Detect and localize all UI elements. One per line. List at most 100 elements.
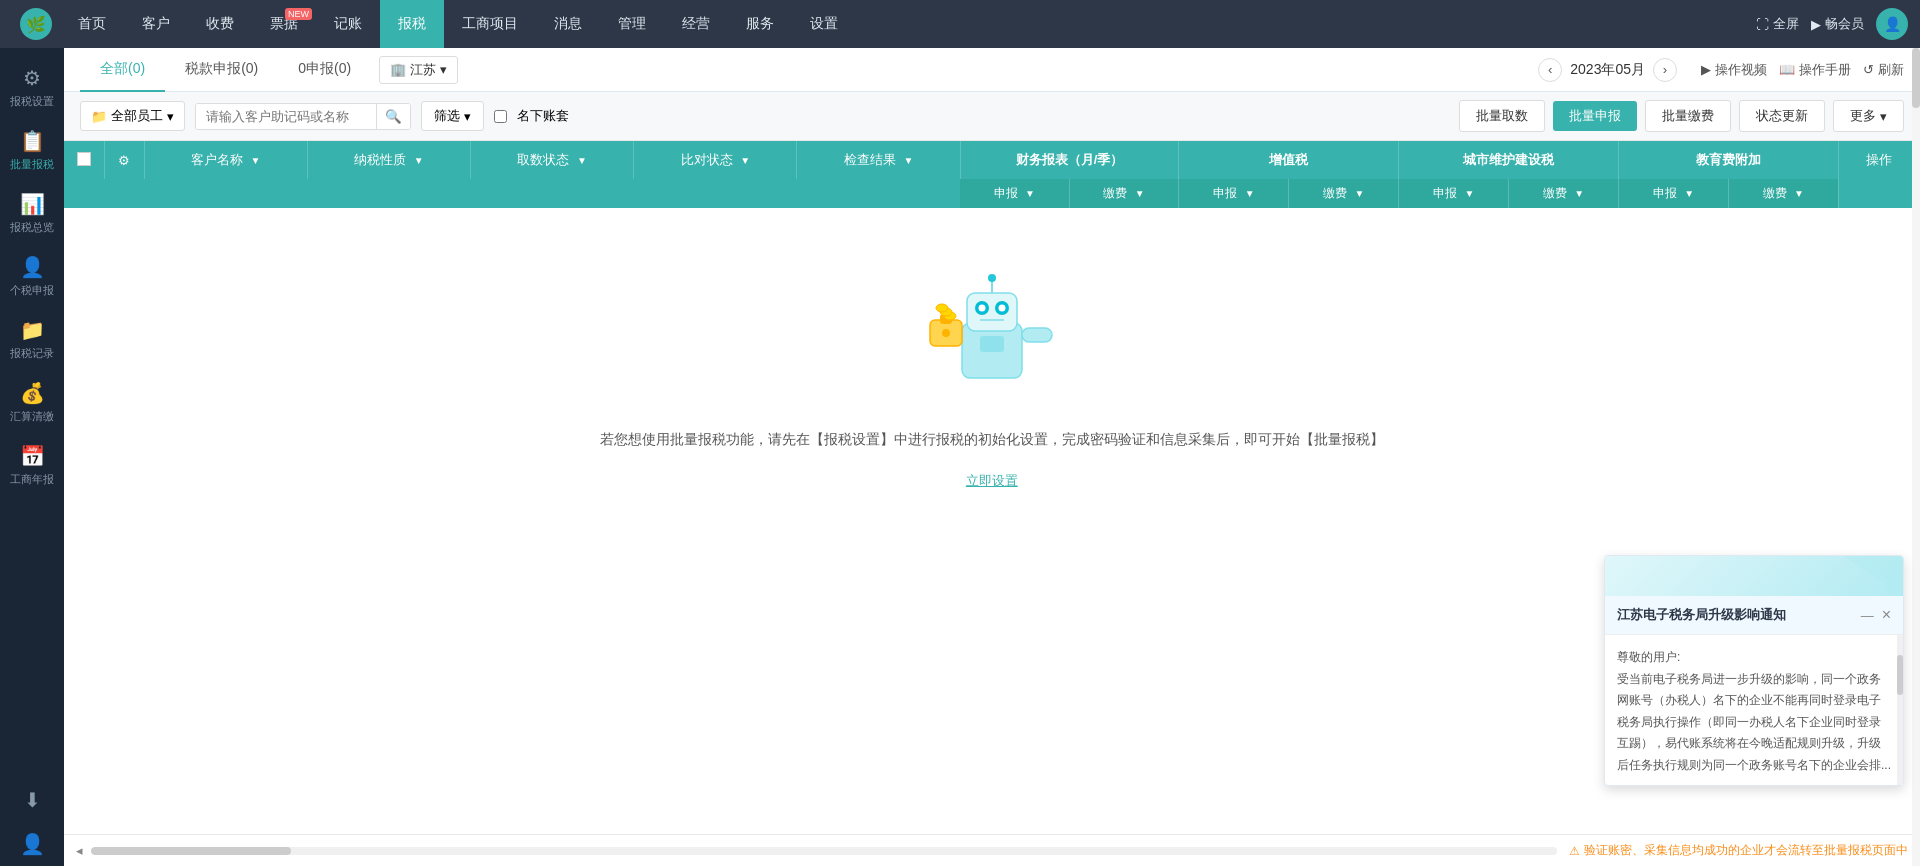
horizontal-scrollbar[interactable]	[91, 847, 1557, 855]
nav-home[interactable]: 首页	[60, 0, 124, 48]
app-logo: 🌿	[12, 0, 60, 48]
tab-all[interactable]: 全部(0)	[80, 48, 165, 92]
batch-declare-btn[interactable]: 批量申报	[1553, 101, 1637, 131]
notif-scrollbar[interactable]	[1897, 635, 1903, 785]
download-icon: ⬇	[24, 788, 41, 812]
bottom-bar: ◂ ⚠ 验证账密、采集信息均成功的企业才会流转至批量报税页面中	[64, 834, 1920, 866]
svg-point-17	[936, 304, 948, 312]
filter-chevron-icon: ▾	[464, 109, 471, 124]
nav-accounting[interactable]: 记账	[316, 0, 380, 48]
header-checkbox[interactable]	[77, 152, 91, 166]
sidebar-item-annual-report[interactable]: 📅 工商年报	[0, 434, 64, 497]
col-vat-declare: 申报 ▼	[1179, 179, 1289, 208]
notification-panel: 江苏电子税务局升级影响通知 — × 尊敬的用户: 受当前电子税务局进一步升级的影…	[1604, 555, 1904, 786]
new-badge: NEW	[285, 8, 312, 20]
edu-pay-filter-icon[interactable]: ▼	[1794, 188, 1804, 199]
col-settings: ⚙	[104, 141, 144, 179]
user-avatar[interactable]: 👤	[1876, 8, 1908, 40]
sidebar-item-settlement[interactable]: 💰 汇算清缴	[0, 371, 64, 434]
nav-operation[interactable]: 经营	[664, 0, 728, 48]
notif-scroll-thumb	[1897, 655, 1903, 695]
city-declare-filter-icon[interactable]: ▼	[1464, 188, 1474, 199]
batch-fetch-btn[interactable]: 批量取数	[1459, 100, 1545, 132]
svg-rect-1	[967, 293, 1017, 331]
more-btn[interactable]: 更多 ▾	[1833, 100, 1904, 132]
fullscreen-icon: ⛶	[1756, 17, 1769, 32]
prev-month-btn[interactable]: ‹	[1538, 58, 1562, 82]
refresh-btn[interactable]: ↺ 刷新	[1863, 61, 1904, 79]
user-icon: 👤	[20, 832, 45, 856]
member-btn[interactable]: ▶ 畅会员	[1811, 15, 1864, 33]
tax-type-filter-icon[interactable]: ▼	[414, 155, 424, 166]
sidebar-download[interactable]: ⬇	[20, 778, 45, 822]
tab-right-buttons: ▶ 操作视频 📖 操作手册 ↺ 刷新	[1701, 61, 1904, 79]
search-input[interactable]	[196, 104, 376, 129]
warning-icon: ⚠	[1569, 844, 1580, 858]
vertical-scrollbar[interactable]	[1912, 48, 1920, 866]
nav-settings[interactable]: 设置	[792, 0, 856, 48]
notif-minimize-btn[interactable]: —	[1861, 608, 1874, 623]
region-selector[interactable]: 🏢 江苏 ▾	[379, 56, 458, 84]
more-chevron-icon: ▾	[1880, 109, 1887, 124]
current-month: 2023年05月	[1570, 61, 1645, 79]
nav-manage[interactable]: 管理	[600, 0, 664, 48]
edu-declare-filter-icon[interactable]: ▼	[1684, 188, 1694, 199]
settlement-icon: 💰	[20, 381, 45, 405]
checkbox-input[interactable]	[494, 110, 507, 123]
nav-customer[interactable]: 客户	[124, 0, 188, 48]
nav-service[interactable]: 服务	[728, 0, 792, 48]
sidebar-item-personal-tax[interactable]: 👤 个税申报	[0, 245, 64, 308]
region-icon: 🏢	[390, 62, 406, 77]
empty-robot-illustration	[912, 268, 1072, 407]
employee-select[interactable]: 📁 全部员工 ▾	[80, 101, 185, 131]
vat-declare-filter-icon[interactable]: ▼	[1245, 188, 1255, 199]
sidebar-item-tax-settings[interactable]: ⚙ 报税设置	[0, 56, 64, 119]
empty-setup-link[interactable]: 立即设置	[966, 472, 1018, 490]
compare-status-filter-icon[interactable]: ▼	[740, 155, 750, 166]
nav-message[interactable]: 消息	[536, 0, 600, 48]
verify-tip: ⚠ 验证账密、采集信息均成功的企业才会流转至批量报税页面中	[1569, 842, 1908, 859]
search-button[interactable]: 🔍	[376, 104, 410, 129]
fin-pay-filter-icon[interactable]: ▼	[1135, 188, 1145, 199]
tab-zero-declare[interactable]: 0申报(0)	[278, 48, 371, 92]
fetch-status-filter-icon[interactable]: ▼	[577, 155, 587, 166]
under-account-checkbox[interactable]: 名下账套	[494, 107, 569, 125]
op-manual-btn[interactable]: 📖 操作手册	[1779, 61, 1851, 79]
next-month-btn[interactable]: ›	[1653, 58, 1677, 82]
col-vat: 增值税	[1179, 141, 1399, 179]
fullscreen-btn[interactable]: ⛶ 全屏	[1756, 15, 1799, 33]
nav-billing[interactable]: 收费	[188, 0, 252, 48]
filter-button[interactable]: 筛选 ▾	[421, 101, 484, 131]
sidebar-item-tax-summary[interactable]: 📊 报税总览	[0, 182, 64, 245]
sidebar-bottom: ⬇ 👤	[20, 778, 45, 866]
col-edu-tax: 教育费附加	[1618, 141, 1838, 179]
col-fin-pay: 缴费 ▼	[1069, 179, 1179, 208]
notif-close-btn[interactable]: ×	[1882, 606, 1891, 624]
col-financial-report: 财务报表（月/季）	[960, 141, 1179, 179]
nav-business[interactable]: 工商项目	[444, 0, 536, 48]
check-result-filter-icon[interactable]: ▼	[903, 155, 913, 166]
nav-invoice[interactable]: 票据 NEW	[252, 0, 316, 48]
nav-tax[interactable]: 报税	[380, 0, 444, 48]
sidebar-user[interactable]: 👤	[20, 822, 45, 866]
toolbar-right: 批量取数 批量申报 批量缴费 状态更新 更多 ▾	[1459, 100, 1904, 132]
tab-tax-declare[interactable]: 税款申报(0)	[165, 48, 278, 92]
fin-declare-filter-icon[interactable]: ▼	[1025, 188, 1035, 199]
customer-filter-icon[interactable]: ▼	[250, 155, 260, 166]
vat-pay-filter-icon[interactable]: ▼	[1355, 188, 1365, 199]
status-update-btn[interactable]: 状态更新	[1739, 100, 1825, 132]
settings-icon[interactable]: ⚙	[118, 153, 130, 168]
op-video-btn[interactable]: ▶ 操作视频	[1701, 61, 1767, 79]
sidebar-item-batch-tax[interactable]: 📋 批量报税	[0, 119, 64, 182]
col-check-result: 检查结果 ▼	[797, 141, 960, 179]
svg-rect-9	[1022, 328, 1052, 342]
toolbar: 📁 全部员工 ▾ 🔍 筛选 ▾ 名下账套 批量取数 批量申报 批量缴费 状态更新	[64, 92, 1920, 141]
sidebar-item-tax-record[interactable]: 📁 报税记录	[0, 308, 64, 371]
nav-menu: 首页 客户 收费 票据 NEW 记账 报税 工商项目 消息 管理 经营 服务 设…	[60, 0, 1756, 48]
scroll-left-btn[interactable]: ◂	[76, 843, 83, 858]
col-tax-type: 纳税性质 ▼	[307, 141, 470, 179]
employee-icon: 📁	[91, 109, 107, 124]
city-pay-filter-icon[interactable]: ▼	[1574, 188, 1584, 199]
batch-pay-btn[interactable]: 批量缴费	[1645, 100, 1731, 132]
refresh-icon: ↺	[1863, 62, 1874, 77]
